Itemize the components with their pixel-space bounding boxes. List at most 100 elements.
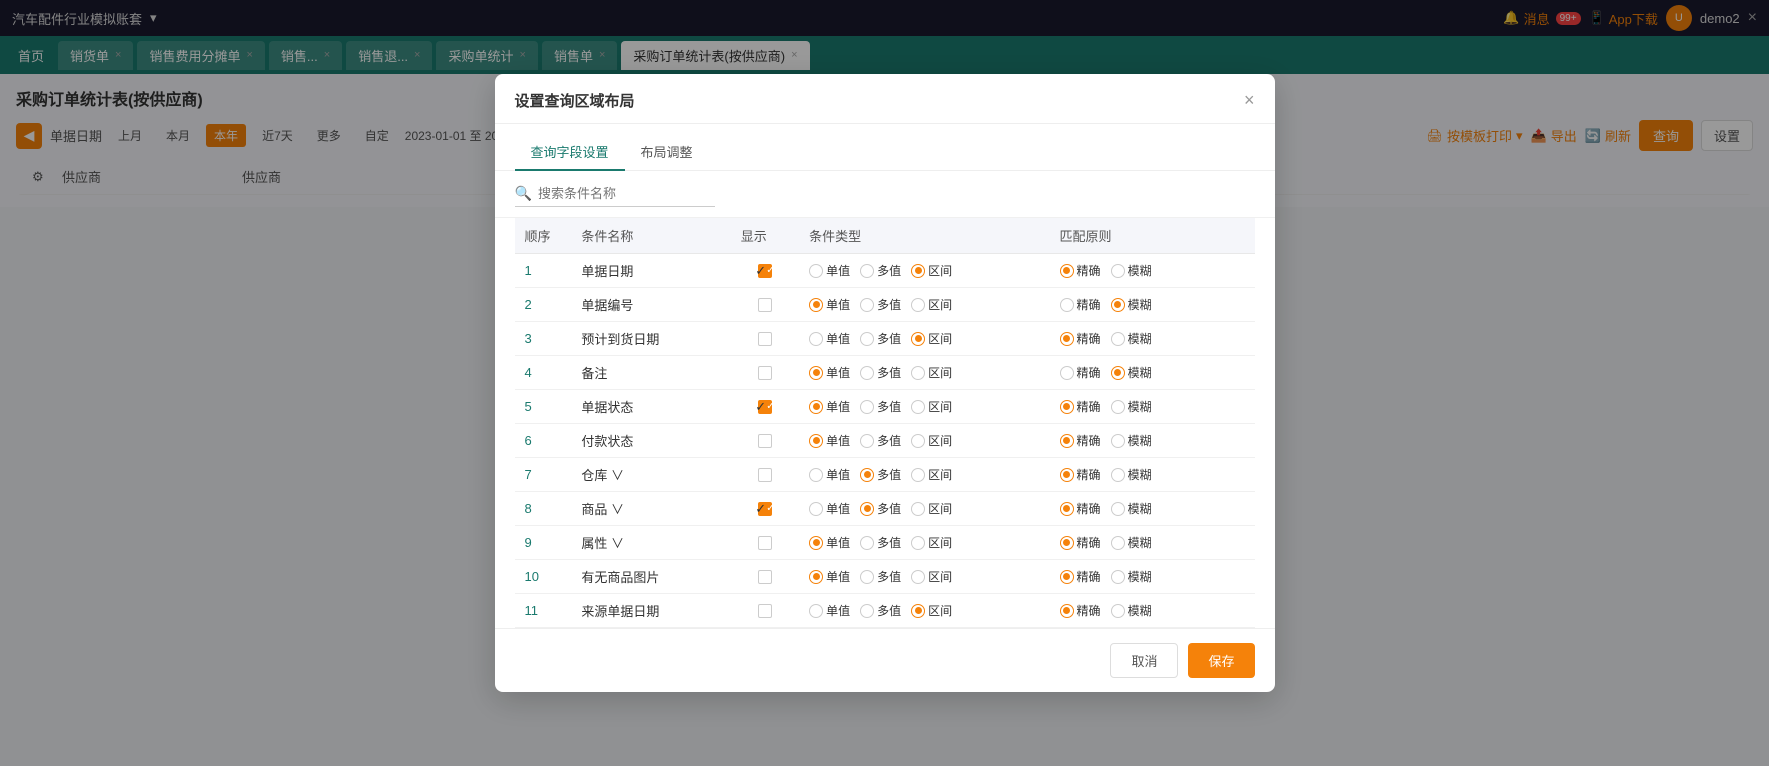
match-radio-精确-1[interactable]: 精确 [1060, 296, 1101, 313]
row-show-0[interactable]: ✓ [731, 254, 799, 288]
radio-dot [1060, 434, 1074, 448]
checkbox-9[interactable] [758, 570, 772, 584]
type-radio-区间-5[interactable]: 区间 [911, 432, 952, 449]
type-radio-区间-8[interactable]: 区间 [911, 534, 952, 551]
match-radio-模糊-7[interactable]: 模糊 [1111, 500, 1152, 517]
type-radio-多值-2[interactable]: 多值 [860, 330, 901, 347]
match-radio-模糊-8[interactable]: 模糊 [1111, 534, 1152, 551]
tab-query-fields[interactable]: 查询字段设置 [515, 134, 625, 171]
row-show-1[interactable] [731, 288, 799, 322]
type-radio-区间-10[interactable]: 区间 [911, 602, 952, 619]
row-show-7[interactable]: ✓ [731, 492, 799, 526]
match-radio-精确-6[interactable]: 精确 [1060, 466, 1101, 483]
th-order: 顺序 [515, 218, 572, 254]
type-radio-多值-5[interactable]: 多值 [860, 432, 901, 449]
type-radio-单值-8[interactable]: 单值 [809, 534, 850, 551]
checkbox-4[interactable]: ✓ [758, 400, 772, 414]
row-type-9: 单值多值区间 [799, 560, 1049, 594]
radio-dot [1060, 536, 1074, 550]
row-match-10: 精确模糊 [1050, 594, 1255, 628]
type-radio-多值-6[interactable]: 多值 [860, 466, 901, 483]
type-radio-单值-6[interactable]: 单值 [809, 466, 850, 483]
row-type-4: 单值多值区间 [799, 390, 1049, 424]
type-radio-区间-1[interactable]: 区间 [911, 296, 952, 313]
row-show-2[interactable] [731, 322, 799, 356]
dialog-search-area: 🔍 [495, 171, 1275, 218]
match-radio-精确-8[interactable]: 精确 [1060, 534, 1101, 551]
match-radio-模糊-3[interactable]: 模糊 [1111, 364, 1152, 381]
match-radio-模糊-1[interactable]: 模糊 [1111, 296, 1152, 313]
checkbox-3[interactable] [758, 366, 772, 380]
match-radio-模糊-2[interactable]: 模糊 [1111, 330, 1152, 347]
type-radio-区间-0[interactable]: 区间 [911, 262, 952, 279]
type-radio-区间-9[interactable]: 区间 [911, 568, 952, 585]
type-radio-多值-0[interactable]: 多值 [860, 262, 901, 279]
match-radio-精确-7[interactable]: 精确 [1060, 500, 1101, 517]
match-radio-模糊-6[interactable]: 模糊 [1111, 466, 1152, 483]
type-radio-多值-8[interactable]: 多值 [860, 534, 901, 551]
row-show-4[interactable]: ✓ [731, 390, 799, 424]
search-box: 🔍 [515, 181, 715, 207]
radio-dot [1060, 502, 1074, 516]
type-radio-单值-9[interactable]: 单值 [809, 568, 850, 585]
type-radio-区间-2[interactable]: 区间 [911, 330, 952, 347]
match-radio-模糊-4[interactable]: 模糊 [1111, 398, 1152, 415]
dialog-table-wrap: 顺序 条件名称 显示 条件类型 匹配原则 1单据日期✓单值多值区间精确模糊2单据… [495, 218, 1275, 628]
type-radio-单值-2[interactable]: 单值 [809, 330, 850, 347]
match-radio-精确-3[interactable]: 精确 [1060, 364, 1101, 381]
row-show-5[interactable] [731, 424, 799, 458]
type-radio-单值-3[interactable]: 单值 [809, 364, 850, 381]
type-radio-单值-5[interactable]: 单值 [809, 432, 850, 449]
checkbox-8[interactable] [758, 536, 772, 550]
match-radio-精确-4[interactable]: 精确 [1060, 398, 1101, 415]
dialog-close-btn[interactable]: × [1244, 90, 1255, 111]
match-radio-精确-10[interactable]: 精确 [1060, 602, 1101, 619]
match-radio-精确-5[interactable]: 精确 [1060, 432, 1101, 449]
type-radio-区间-7[interactable]: 区间 [911, 500, 952, 517]
checkbox-1[interactable] [758, 298, 772, 312]
table-row: 3预计到货日期单值多值区间精确模糊 [515, 322, 1255, 356]
checkbox-5[interactable] [758, 434, 772, 448]
th-type: 条件类型 [799, 218, 1049, 254]
table-row: 1单据日期✓单值多值区间精确模糊 [515, 254, 1255, 288]
radio-dot [911, 298, 925, 312]
checkbox-6[interactable] [758, 468, 772, 482]
row-show-9[interactable] [731, 560, 799, 594]
checkbox-10[interactable] [758, 604, 772, 618]
tab-layout-adjust[interactable]: 布局调整 [625, 134, 709, 171]
row-match-4: 精确模糊 [1050, 390, 1255, 424]
type-radio-多值-4[interactable]: 多值 [860, 398, 901, 415]
type-radio-多值-10[interactable]: 多值 [860, 602, 901, 619]
checkbox-2[interactable] [758, 332, 772, 346]
row-show-3[interactable] [731, 356, 799, 390]
type-radio-单值-10[interactable]: 单值 [809, 602, 850, 619]
radio-dot [1111, 536, 1125, 550]
type-radio-多值-1[interactable]: 多值 [860, 296, 901, 313]
checkbox-0[interactable]: ✓ [758, 264, 772, 278]
type-radio-单值-4[interactable]: 单值 [809, 398, 850, 415]
row-show-10[interactable] [731, 594, 799, 628]
row-show-6[interactable] [731, 458, 799, 492]
checkbox-7[interactable]: ✓ [758, 502, 772, 516]
type-radio-多值-3[interactable]: 多值 [860, 364, 901, 381]
type-radio-多值-7[interactable]: 多值 [860, 500, 901, 517]
match-radio-模糊-5[interactable]: 模糊 [1111, 432, 1152, 449]
match-radio-精确-2[interactable]: 精确 [1060, 330, 1101, 347]
type-radio-多值-9[interactable]: 多值 [860, 568, 901, 585]
match-radio-精确-9[interactable]: 精确 [1060, 568, 1101, 585]
cancel-btn[interactable]: 取消 [1110, 643, 1178, 678]
match-radio-精确-0[interactable]: 精确 [1060, 262, 1101, 279]
type-radio-单值-1[interactable]: 单值 [809, 296, 850, 313]
match-radio-模糊-10[interactable]: 模糊 [1111, 602, 1152, 619]
match-radio-模糊-9[interactable]: 模糊 [1111, 568, 1152, 585]
type-radio-单值-7[interactable]: 单值 [809, 500, 850, 517]
type-radio-单值-0[interactable]: 单值 [809, 262, 850, 279]
row-show-8[interactable] [731, 526, 799, 560]
type-radio-区间-3[interactable]: 区间 [911, 364, 952, 381]
type-radio-区间-4[interactable]: 区间 [911, 398, 952, 415]
search-input[interactable] [538, 186, 698, 201]
row-type-10: 单值多值区间 [799, 594, 1049, 628]
match-radio-模糊-0[interactable]: 模糊 [1111, 262, 1152, 279]
type-radio-区间-6[interactable]: 区间 [911, 466, 952, 483]
save-btn[interactable]: 保存 [1188, 643, 1254, 678]
